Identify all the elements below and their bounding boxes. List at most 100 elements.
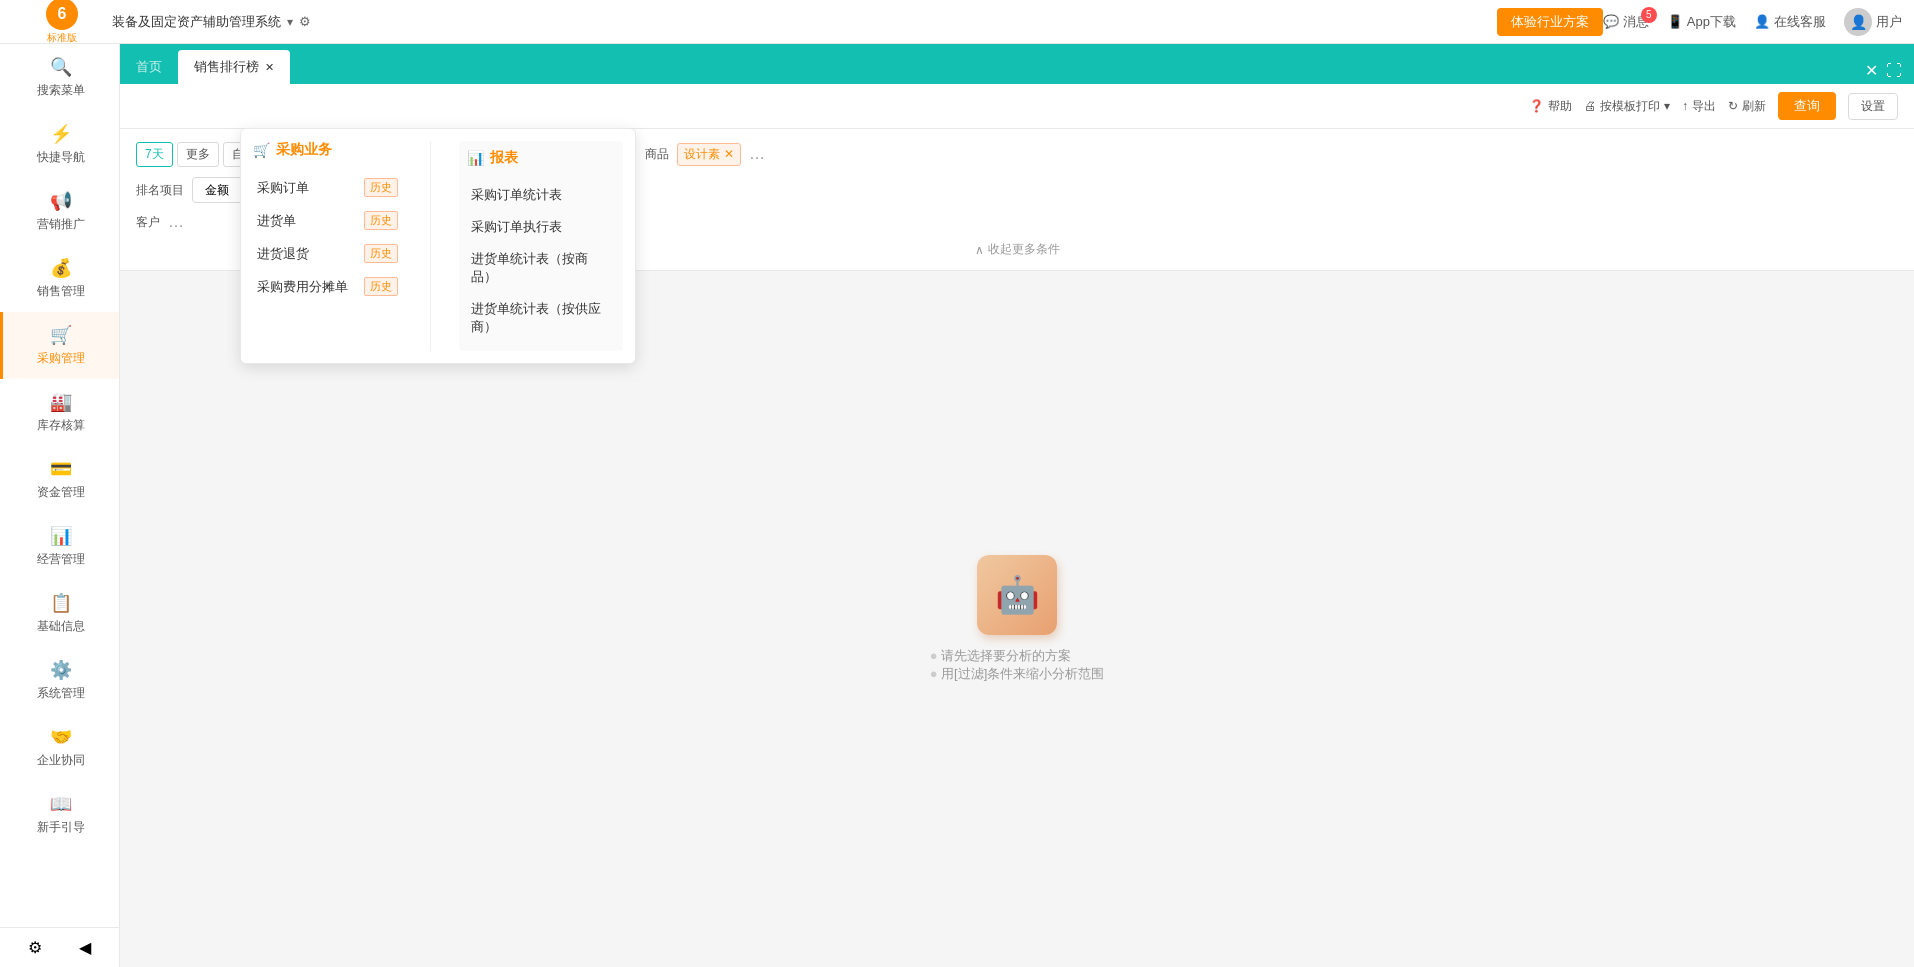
avatar: 👤 (1844, 8, 1872, 36)
app-download-item[interactable]: 📱 App下载 (1667, 13, 1736, 31)
empty-text-list: 请先选择要分析的方案 用[过滤]条件来缩小分析范围 (930, 647, 1105, 683)
sidebar-item-finance[interactable]: 💳 资金管理 (0, 446, 119, 513)
system-title: 装备及固定资产辅助管理系统 (112, 13, 281, 31)
basic-icon: 📋 (50, 592, 72, 614)
content-area: 首页 销售排行榜 ✕ ✕ ⛶ ❓ 帮助 🖨 按模板打印 (120, 44, 1914, 967)
purchase-dropdown-menu: 🛒 采购业务 采购订单 历史 进货单 历史 进货退货 历史 (240, 128, 636, 364)
settings-bottom-icon[interactable]: ⚙ (28, 938, 42, 957)
sidebar-label-sales: 销售管理 (37, 283, 85, 300)
tab-sales-rank-label: 销售排行榜 (194, 58, 259, 76)
print-dropdown-icon[interactable]: ▾ (1664, 99, 1670, 113)
sidebar-label-marketing: 营销推广 (37, 216, 85, 233)
sidebar-label-coop: 企业协同 (37, 752, 85, 769)
refresh-btn[interactable]: ↻ 刷新 (1728, 98, 1766, 115)
refresh-label: 刷新 (1742, 98, 1766, 115)
export-icon: ↑ (1682, 99, 1688, 113)
tab-window-close-icon[interactable]: ✕ (1865, 61, 1878, 80)
dropdown-item-inbound-return[interactable]: 进货退货 历史 (253, 237, 402, 270)
service-icon: 👤 (1754, 14, 1770, 29)
page-toolbar: ❓ 帮助 🖨 按模板打印 ▾ ↑ 导出 ↻ 刷新 查询 设置 (120, 84, 1914, 129)
help-btn[interactable]: ❓ 帮助 (1529, 98, 1572, 115)
sidebar: 🔍 搜索菜单 ⚡ 快捷导航 📢 营销推广 💰 销售管理 🛒 采购管理 🏭 库存核… (0, 44, 120, 967)
sidebar-label-operation: 经营管理 (37, 551, 85, 568)
sidebar-item-marketing[interactable]: 📢 营销推广 (0, 178, 119, 245)
logo: 6 标准版 (12, 0, 112, 45)
empty-hint-1: 请先选择要分析的方案 (930, 647, 1105, 665)
system-icon: ⚙️ (50, 659, 72, 681)
tabbar-actions: ✕ ⛶ (1865, 61, 1914, 84)
sidebar-label-purchase: 采购管理 (37, 350, 85, 367)
industry-btn[interactable]: 体验行业方案 (1497, 8, 1603, 36)
sidebar-item-sales[interactable]: 💰 销售管理 (0, 245, 119, 312)
dropdown-section-report-title: 📊 报表 (467, 149, 616, 171)
sidebar-item-search[interactable]: 🔍 搜索菜单 (0, 44, 119, 111)
settings-icon[interactable]: ⚙ (299, 14, 311, 29)
coop-icon: 🤝 (50, 726, 72, 748)
report-dropdown-icon: 📊 (467, 150, 484, 166)
message-item[interactable]: 💬 消息 5 (1603, 13, 1649, 31)
goods-tag: 设计素 ✕ (677, 143, 741, 166)
sidebar-item-purchase[interactable]: 🛒 采购管理 (0, 312, 119, 379)
help-label: 帮助 (1548, 98, 1572, 115)
goods-label: 商品 (645, 146, 669, 163)
dropdown-item-report-2[interactable]: 进货单统计表（按商品） (467, 243, 616, 293)
phone-icon: 📱 (1667, 14, 1683, 29)
query-btn[interactable]: 查询 (1778, 92, 1836, 120)
dropdown-item-report-1[interactable]: 采购订单执行表 (467, 211, 616, 243)
sales-icon: 💰 (50, 257, 72, 279)
empty-state: 🤖 请先选择要分析的方案 用[过滤]条件来缩小分析范围 (120, 271, 1914, 967)
sidebar-item-shortcut[interactable]: ⚡ 快捷导航 (0, 111, 119, 178)
collapse-label: 收起更多条件 (988, 241, 1060, 258)
sidebar-label-finance: 资金管理 (37, 484, 85, 501)
export-btn[interactable]: ↑ 导出 (1682, 98, 1716, 115)
search-icon: 🔍 (50, 56, 72, 78)
sidebar-item-operation[interactable]: 📊 经营管理 (0, 513, 119, 580)
dropdown-section-purchase: 🛒 采购业务 采购订单 历史 进货单 历史 进货退货 历史 (253, 141, 402, 351)
tab-home[interactable]: 首页 (120, 50, 178, 84)
dropdown-item-purchase-fee[interactable]: 采购费用分摊单 历史 (253, 270, 402, 303)
settings-btn[interactable]: 设置 (1848, 93, 1898, 120)
dropdown-item-report-0[interactable]: 采购订单统计表 (467, 179, 616, 211)
tabbar: 首页 销售排行榜 ✕ ✕ ⛶ (120, 44, 1914, 84)
shortcut-icon: ⚡ (50, 123, 72, 145)
dropdown-section-report: 📊 报表 采购订单统计表 采购订单执行表 进货单统计表（按商品） 进货单统计表（… (459, 141, 624, 351)
date-7days[interactable]: 7天 (136, 142, 173, 167)
main-layout: 🔍 搜索菜单 ⚡ 快捷导航 📢 营销推广 💰 销售管理 🛒 采购管理 🏭 库存核… (0, 44, 1914, 967)
print-btn[interactable]: 🖨 按模板打印 ▾ (1584, 98, 1670, 115)
purchase-icon: 🛒 (50, 324, 72, 346)
title-dropdown-icon[interactable]: ▾ (287, 15, 293, 29)
sidebar-label-inventory: 库存核算 (37, 417, 85, 434)
sidebar-item-guide[interactable]: 📖 新手引导 (0, 781, 119, 848)
user-item[interactable]: 👤 用户 (1844, 8, 1902, 36)
goods-dots[interactable]: … (749, 145, 765, 163)
tab-window-expand-icon[interactable]: ⛶ (1886, 62, 1902, 80)
tab-sales-rank[interactable]: 销售排行榜 ✕ (178, 50, 290, 84)
empty-robot-icon: 🤖 (977, 555, 1057, 635)
rank-label: 排名项目 (136, 182, 184, 199)
collapse-sidebar-icon[interactable]: ◀ (79, 938, 91, 957)
dropdown-section-purchase-title: 🛒 采购业务 (253, 141, 402, 163)
sidebar-item-coop[interactable]: 🤝 企业协同 (0, 714, 119, 781)
page-content: ❓ 帮助 🖨 按模板打印 ▾ ↑ 导出 ↻ 刷新 查询 设置 (120, 84, 1914, 967)
logo-icon: 6 (46, 0, 78, 30)
finance-icon: 💳 (50, 458, 72, 480)
dropdown-item-report-3[interactable]: 进货单统计表（按供应商） (467, 293, 616, 343)
customer-dots[interactable]: … (168, 213, 184, 231)
sidebar-bottom: ⚙ ◀ (0, 927, 119, 967)
message-icon: 💬 (1603, 14, 1619, 29)
sidebar-item-system[interactable]: ⚙️ 系统管理 (0, 647, 119, 714)
dropdown-item-inbound[interactable]: 进货单 历史 (253, 204, 402, 237)
marketing-icon: 📢 (50, 190, 72, 212)
online-service-item[interactable]: 👤 在线客服 (1754, 13, 1826, 31)
tab-close-icon[interactable]: ✕ (265, 61, 274, 74)
sidebar-item-inventory[interactable]: 🏭 库存核算 (0, 379, 119, 446)
message-badge: 5 (1641, 7, 1657, 23)
dropdown-item-purchase-order[interactable]: 采购订单 历史 (253, 171, 402, 204)
topbar-right: 💬 消息 5 📱 App下载 👤 在线客服 👤 用户 (1603, 8, 1902, 36)
sidebar-item-basic[interactable]: 📋 基础信息 (0, 580, 119, 647)
history-tag-0: 历史 (364, 178, 398, 197)
date-more[interactable]: 更多 (177, 142, 219, 167)
guide-icon: 📖 (50, 793, 72, 815)
customer-filter: 客户 … (136, 213, 184, 231)
goods-tag-close[interactable]: ✕ (724, 147, 734, 161)
